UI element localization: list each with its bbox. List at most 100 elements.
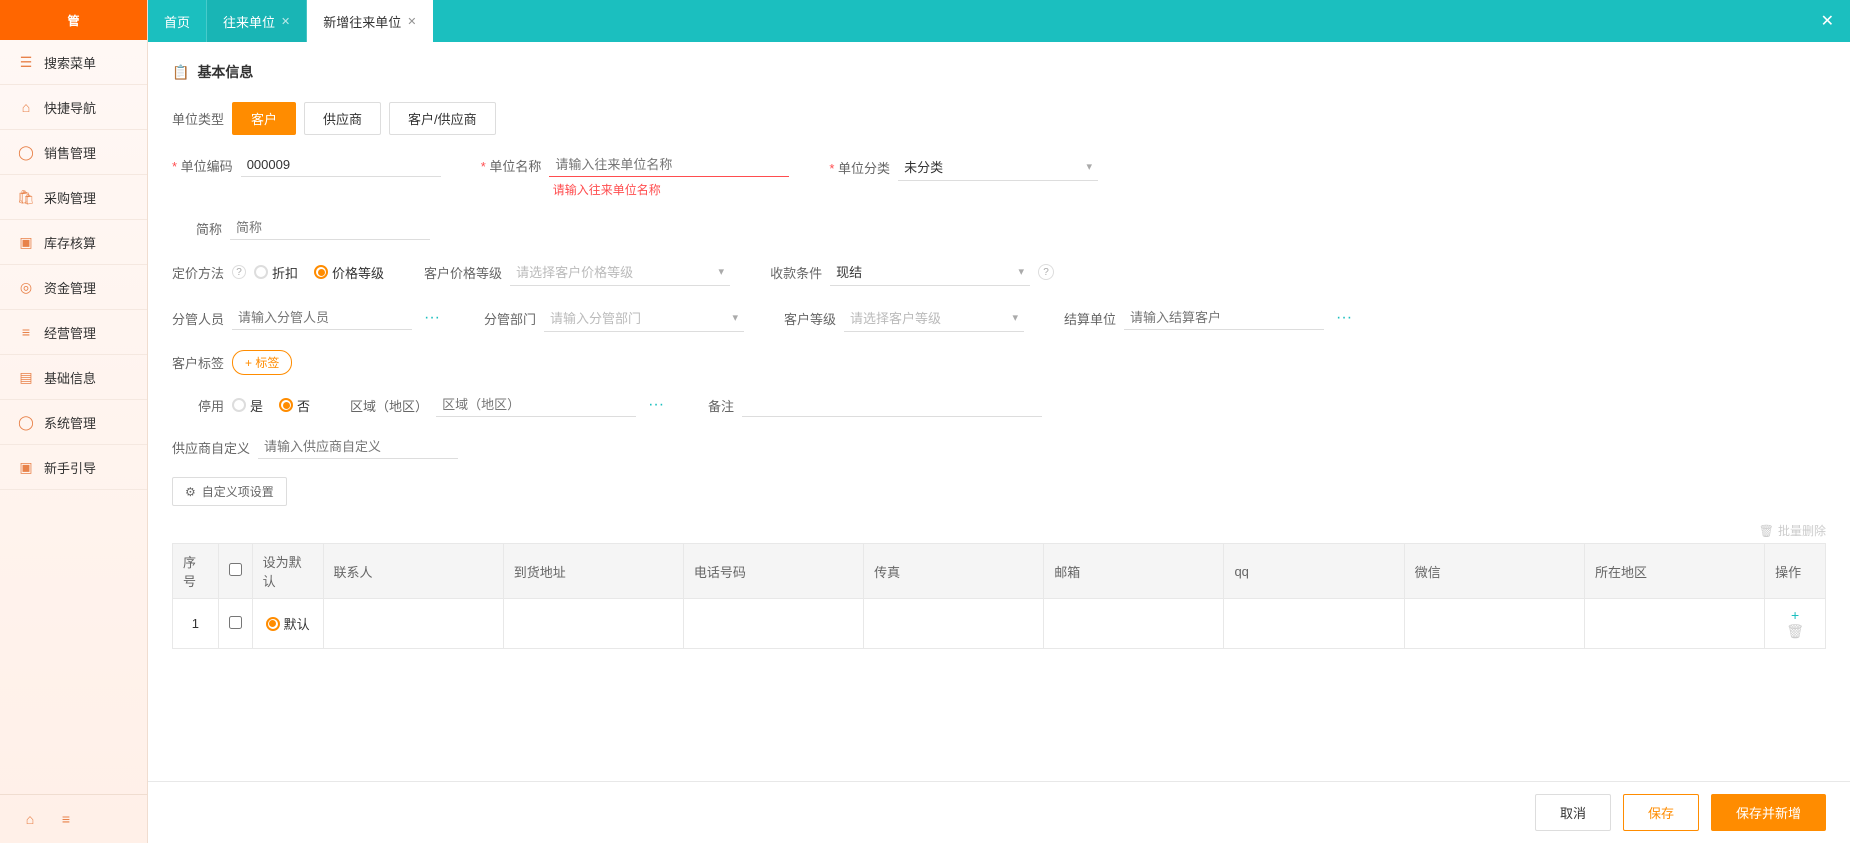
qq-input[interactable] <box>1234 616 1393 631</box>
batch-delete-icon: 🗑 <box>1759 524 1774 538</box>
fax-input[interactable] <box>874 616 1033 631</box>
manager-row: 分管人员 ··· 分管部门 请输入分管部门 ▾ 客户等级 请选择客户等级 ▾ 结… <box>172 304 1826 332</box>
row-email <box>1044 599 1224 649</box>
unit-code-input[interactable] <box>241 153 441 177</box>
sidebar-bottom: ⌂ ≡ <box>0 794 147 843</box>
sidebar-item-label: 销售管理 <box>44 143 96 162</box>
unit-category-select[interactable]: 未分类 ▾ <box>898 153 1098 181</box>
sidebar-item-inventory[interactable]: ▣ 库存核算 <box>0 220 147 265</box>
sidebar-settings-icon[interactable]: ≡ <box>52 805 80 833</box>
unit-type-supplier-btn[interactable]: 供应商 <box>304 102 381 135</box>
delete-row-btn[interactable]: 🗑 <box>1786 623 1804 639</box>
customer-level-group: 客户等级 请选择客户等级 ▾ <box>784 304 1024 332</box>
sidebar-item-finance[interactable]: ◎ 资金管理 <box>0 265 147 310</box>
remark-input[interactable] <box>742 393 1042 417</box>
disabled-no-radio[interactable]: 否 <box>279 396 310 415</box>
unit-type-customer-btn[interactable]: 客户 <box>232 102 296 135</box>
custom-settings-btn[interactable]: ⚙ 自定义项设置 <box>172 477 287 506</box>
settlement-more-btn[interactable]: ··· <box>1332 309 1356 327</box>
add-tag-btn[interactable]: + 标签 <box>232 350 292 375</box>
save-new-button[interactable]: 保存并新增 <box>1711 794 1826 831</box>
batch-delete-row: 🗑 批量删除 <box>172 522 1826 539</box>
contact-input[interactable] <box>334 616 493 631</box>
payment-help-icon[interactable]: ? <box>1038 264 1054 280</box>
sidebar-item-guide[interactable]: ▣ 新手引导 <box>0 445 147 490</box>
customer-level-dropdown-icon: ▾ <box>1013 311 1019 324</box>
sidebar-item-purchase[interactable]: 🛍 采购管理 <box>0 175 147 220</box>
col-num: 序号 <box>173 544 219 599</box>
sidebar: 管 ☰ 搜索菜单 ⌂ 快捷导航 ◯ 销售管理 🛍 采购管理 ▣ 库存核算 ◎ 资… <box>0 0 148 843</box>
sidebar-item-label: 采购管理 <box>44 188 96 207</box>
payment-terms-select[interactable]: 现结 ▾ <box>830 258 1030 286</box>
payment-terms-dropdown-icon: ▾ <box>1019 265 1025 278</box>
col-wechat: 微信 <box>1404 544 1584 599</box>
sidebar-item-label: 库存核算 <box>44 233 96 252</box>
region-row-input[interactable] <box>1595 616 1754 631</box>
sidebar-item-label: 系统管理 <box>44 413 96 432</box>
sidebar-home-icon[interactable]: ⌂ <box>16 805 44 833</box>
settlement-unit-input[interactable] <box>1124 306 1324 330</box>
tab-new-partner-close[interactable]: ✕ <box>407 15 416 28</box>
region-label: 区域（地区） <box>350 396 428 415</box>
unit-code-group: 单位编码 <box>172 153 441 177</box>
category-dropdown-icon: ▾ <box>1087 160 1093 173</box>
unit-name-input[interactable] <box>549 153 789 177</box>
disabled-row: 停用 是 否 区域（地区） ··· 备注 <box>172 393 1826 417</box>
wechat-input[interactable] <box>1415 616 1574 631</box>
address-input[interactable] <box>514 616 673 631</box>
section-icon: 📋 <box>172 64 189 81</box>
tab-home[interactable]: 首页 <box>148 0 207 42</box>
row-phone <box>683 599 863 649</box>
supplier-custom-input[interactable] <box>258 435 458 459</box>
manager-input[interactable] <box>232 306 412 330</box>
custom-settings-label: 自定义项设置 <box>202 483 274 500</box>
cancel-button[interactable]: 取消 <box>1535 794 1611 831</box>
row-contact <box>323 599 503 649</box>
tab-new-partner[interactable]: 新增往来单位 ✕ <box>307 0 433 42</box>
sidebar-item-operations[interactable]: ≡ 经营管理 <box>0 310 147 355</box>
phone-input[interactable] <box>694 616 853 631</box>
sidebar-item-system[interactable]: ◯ 系统管理 <box>0 400 147 445</box>
unit-category-label: 单位分类 <box>829 158 890 177</box>
footer: 取消 保存 保存并新增 <box>148 781 1850 843</box>
email-input[interactable] <box>1054 616 1213 631</box>
disabled-no-label: 否 <box>297 396 310 415</box>
disabled-yes-label: 是 <box>250 396 263 415</box>
guide-icon: ▣ <box>16 457 36 477</box>
col-default: 设为默认 <box>252 544 323 599</box>
disabled-yes-radio[interactable]: 是 <box>232 396 263 415</box>
pricing-discount-radio[interactable]: 折扣 <box>254 263 298 282</box>
customer-tag-label: 客户标签 <box>172 353 224 372</box>
row-checkbox <box>218 599 252 649</box>
tab-partners-close[interactable]: ✕ <box>281 15 290 28</box>
customer-level-placeholder: 请选择客户等级 <box>850 308 941 327</box>
disabled-yes-circle <box>232 398 246 412</box>
sidebar-item-basic-info[interactable]: ▤ 基础信息 <box>0 355 147 400</box>
sidebar-item-search[interactable]: ☰ 搜索菜单 <box>0 40 147 85</box>
close-all-tabs[interactable]: ✕ <box>1805 11 1850 31</box>
basic-info-icon: ▤ <box>16 367 36 387</box>
sidebar-item-label: 基础信息 <box>44 368 96 387</box>
unit-category-value: 未分类 <box>904 157 943 176</box>
pricing-level-radio[interactable]: 价格等级 <box>314 263 384 282</box>
manager-more-btn[interactable]: ··· <box>420 309 444 327</box>
row-select-checkbox[interactable] <box>229 616 242 629</box>
customer-price-level-select[interactable]: 请选择客户价格等级 ▾ <box>510 258 730 286</box>
tab-partners[interactable]: 往来单位 ✕ <box>207 0 307 42</box>
sidebar-item-sales[interactable]: ◯ 销售管理 <box>0 130 147 175</box>
customer-level-select[interactable]: 请选择客户等级 ▾ <box>844 304 1024 332</box>
disabled-radio-group: 是 否 <box>232 396 310 415</box>
customer-level-label: 客户等级 <box>784 309 836 328</box>
department-select[interactable]: 请输入分管部门 ▾ <box>544 304 744 332</box>
region-more-btn[interactable]: ··· <box>644 396 668 414</box>
pricing-help-icon[interactable]: ? <box>232 265 246 279</box>
sidebar-item-quick-nav[interactable]: ⌂ 快捷导航 <box>0 85 147 130</box>
region-input[interactable] <box>436 393 636 417</box>
save-button[interactable]: 保存 <box>1623 794 1699 831</box>
add-row-btn[interactable]: + <box>1791 607 1799 623</box>
unit-type-both-btn[interactable]: 客户/供应商 <box>389 102 496 135</box>
abbr-input[interactable] <box>230 216 430 240</box>
select-all-checkbox[interactable] <box>229 563 242 576</box>
batch-delete-label[interactable]: 批量删除 <box>1778 522 1826 539</box>
unit-type-row: 单位类型 客户 供应商 客户/供应商 <box>172 102 1826 135</box>
